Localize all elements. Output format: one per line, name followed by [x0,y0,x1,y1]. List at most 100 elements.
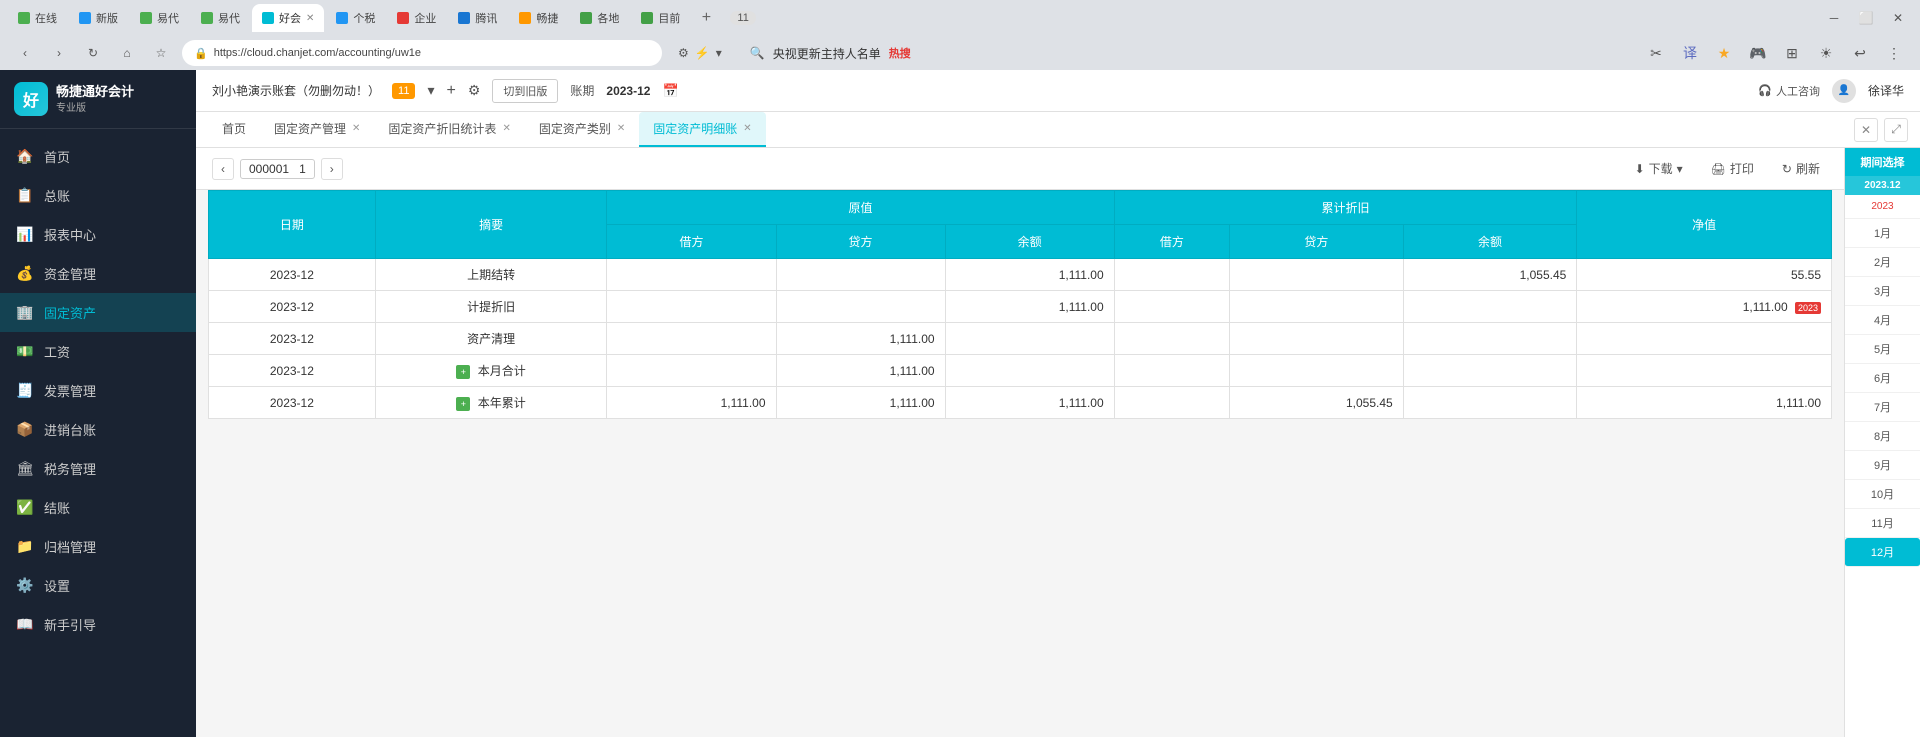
sidebar-item-fixed-assets[interactable]: 🏢 固定资产 [0,293,196,332]
period-month-9[interactable]: 9月 [1845,451,1920,480]
back-button[interactable]: ‹ [12,40,38,66]
cell-summary: 资产清理 [375,323,607,355]
url-input[interactable]: 🔒 https://cloud.chanjet.com/accounting/u… [182,40,662,66]
period-month-5[interactable]: 5月 [1845,335,1920,364]
next-page-button[interactable]: › [321,158,343,180]
refresh-nav-button[interactable]: ↻ [80,40,106,66]
translate-icon[interactable]: 译 [1676,39,1704,67]
sidebar-item-settings[interactable]: ⚙️ 设置 [0,566,196,605]
browser-tab-new[interactable]: 新版 [69,4,128,32]
browser-tab-haohui[interactable]: 好会 ✕ [252,4,324,32]
undo-icon[interactable]: ↩ [1846,39,1874,67]
minimize-button[interactable]: ─ [1820,7,1848,29]
dropdown-icon[interactable]: ▾ [716,46,722,60]
tab-fixed-asset-mgmt-close[interactable]: ✕ [352,123,360,134]
user-avatar[interactable]: 👤 [1832,79,1856,103]
browser-tab-qiye[interactable]: 企业 [387,4,446,32]
tab-fixed-asset-mgmt[interactable]: 固定资产管理 ✕ [260,112,374,147]
tab-label: 畅捷 [536,10,558,26]
period-month-3[interactable]: 3月 [1845,277,1920,306]
sidebar-item-close-period[interactable]: ✅ 结账 [0,488,196,527]
download-button[interactable]: ⬇ 下载 ▾ [1627,156,1691,181]
tab-asset-category[interactable]: 固定资产类别 ✕ [525,112,639,147]
tab-depreciation-stat[interactable]: 固定资产折旧统计表 ✕ [374,112,524,147]
home-button[interactable]: ⌂ [114,40,140,66]
period-month-7[interactable]: 7月 [1845,393,1920,422]
hot-search-label[interactable]: 热搜 [889,45,911,61]
sidebar-item-guide[interactable]: 📖 新手引导 [0,605,196,644]
sun-icon[interactable]: ☀ [1812,39,1840,67]
sidebar-item-sales-ledger[interactable]: 📦 进销台账 [0,410,196,449]
dropdown-arrow[interactable]: ▾ [427,82,434,99]
sidebar-item-tax[interactable]: 🏛 税务管理 [0,449,196,488]
browser-tab-muqian[interactable]: 目前 [631,4,690,32]
browser-tab-gedi[interactable]: 各地 [570,4,629,32]
cell-dep-credit: 1,055.45 [1230,387,1404,419]
period-month-1[interactable]: 1月 [1845,219,1920,248]
tab-asset-detail-ledger-close[interactable]: ✕ [743,123,751,134]
browser-tab-changjie[interactable]: 畅捷 [509,4,568,32]
tab-label: 新版 [96,10,118,26]
refresh-button[interactable]: ↻ 刷新 [1774,156,1828,181]
user-display-name: 徐译华 [1868,82,1904,99]
period-month-4[interactable]: 4月 [1845,306,1920,335]
bookmark-button[interactable]: ☆ [148,40,174,66]
close-button[interactable]: ✕ [1884,7,1912,29]
period-month-12[interactable]: 12月 [1845,538,1920,567]
period-month-2[interactable]: 2月 [1845,248,1920,277]
ledger-table: 日期 摘要 原值 累计折旧 净值 借方 贷方 余额 借方 [208,190,1832,419]
browser-tab-tencent[interactable]: 腾讯 [448,4,507,32]
new-tab-button[interactable]: + [692,4,720,32]
game-icon[interactable]: 🎮 [1744,39,1772,67]
service-button[interactable]: 🎧 人工咨询 [1758,83,1820,99]
period-year[interactable]: 2023 [1845,195,1920,219]
search-text: 央视更新主持人名单 [773,45,881,62]
cell-dep-balance [1403,355,1577,387]
print-button[interactable]: 🖨 打印 [1703,156,1762,181]
page-expand-button[interactable]: ⤢ [1884,118,1908,142]
prev-page-button[interactable]: ‹ [212,158,234,180]
cell-date: 2023-12 [209,355,376,387]
add-account-button[interactable]: + [446,82,455,100]
star-icon[interactable]: ★ [1710,39,1738,67]
switch-version-button[interactable]: 切到旧版 [492,79,558,103]
tab-asset-detail-ledger[interactable]: 固定资产明细账 ✕ [639,112,765,147]
sidebar-label-sales: 进销台账 [44,420,96,439]
tab-home[interactable]: 首页 [208,112,260,147]
calendar-icon[interactable]: 📅 [662,83,678,99]
grid-icon[interactable]: ⊞ [1778,39,1806,67]
period-month-6[interactable]: 6月 [1845,364,1920,393]
browser-menu-icon[interactable]: ⚙ [678,46,689,60]
period-month-10[interactable]: 10月 [1845,480,1920,509]
sidebar-item-payroll[interactable]: 💵 工资 [0,332,196,371]
forward-button[interactable]: › [46,40,72,66]
sidebar-item-home[interactable]: 🏠 首页 [0,137,196,176]
main-content: 刘小艳演示账套（勿删勿动！） 11 ▾ + ⚙ 切到旧版 账期 2023-12 … [196,70,1920,737]
cell-net-value: 1,111.00 [1577,387,1832,419]
sidebar-item-invoice[interactable]: 🧾 发票管理 [0,371,196,410]
settings-small-icon[interactable]: ⚙ [468,82,481,99]
sidebar-item-general-ledger[interactable]: 📋 总账 [0,176,196,215]
restore-button[interactable]: ⬜ [1852,7,1880,29]
browser-tab-yidai1[interactable]: 易代 [130,4,189,32]
lightning-icon[interactable]: ⚡ [695,46,710,60]
tab-close-icon[interactable]: ✕ [306,13,314,24]
tab-asset-category-close[interactable]: ✕ [617,123,625,134]
cell-date: 2023-12 [209,291,376,323]
browser-tab-yidai2[interactable]: 易代 [191,4,250,32]
reports-icon: 📊 [16,226,34,243]
page-close-button[interactable]: ✕ [1854,118,1878,142]
tax-icon: 🏛 [16,460,34,477]
sidebar-item-fund[interactable]: 💰 资金管理 [0,254,196,293]
browser-tab-online[interactable]: 在线 [8,4,67,32]
period-month-11[interactable]: 11月 [1845,509,1920,538]
sidebar-item-archive[interactable]: 📁 归档管理 [0,527,196,566]
tab-depreciation-stat-label: 固定资产折旧统计表 [388,120,496,137]
period-header-date: 2023.12 [1845,176,1920,195]
browser-tab-geshui[interactable]: 个税 [326,4,385,32]
sidebar-item-reports[interactable]: 📊 报表中心 [0,215,196,254]
tab-depreciation-stat-close[interactable]: ✕ [502,123,510,134]
scissors-icon[interactable]: ✂ [1642,39,1670,67]
period-month-8[interactable]: 8月 [1845,422,1920,451]
more-icon[interactable]: ⋮ [1880,39,1908,67]
